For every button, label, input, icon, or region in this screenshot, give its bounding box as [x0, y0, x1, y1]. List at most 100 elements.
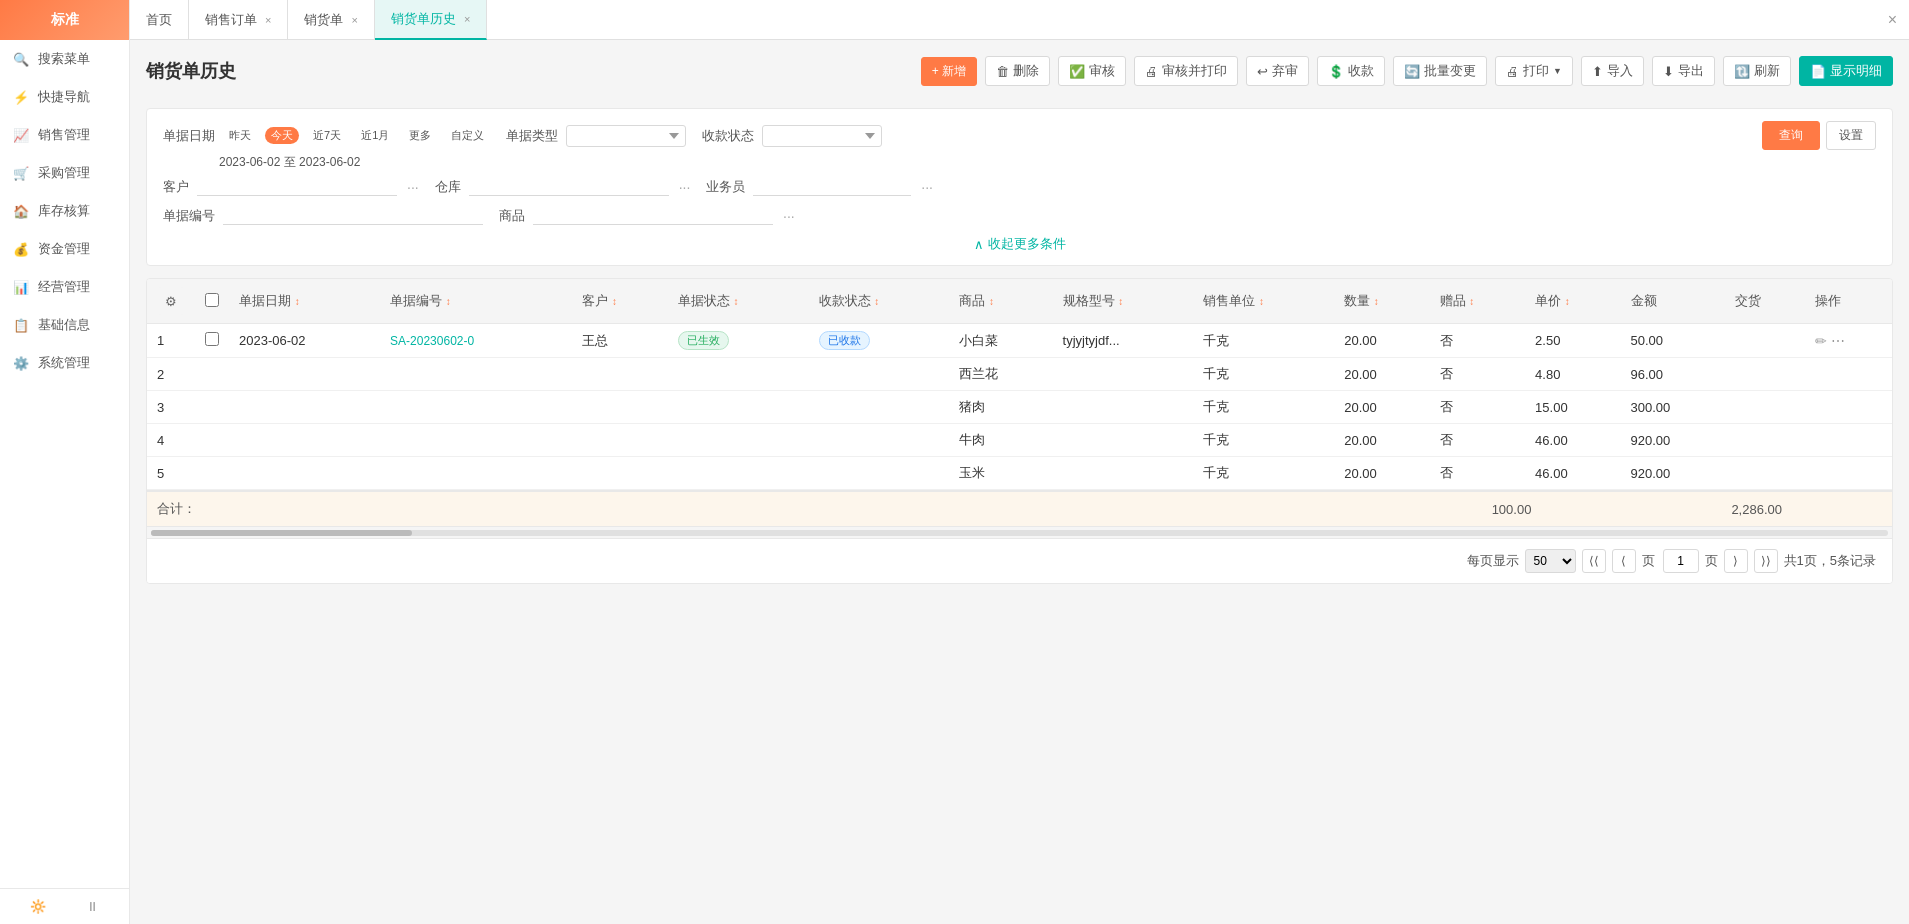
spec-sort-icon[interactable]: ↕ — [1118, 296, 1123, 307]
goods-sort-icon[interactable]: ↕ — [989, 296, 994, 307]
date-sort-icon[interactable]: ↕ — [295, 296, 300, 307]
prev-page-button[interactable]: ⟨ — [1612, 549, 1636, 573]
sidebar-bottom-icon2[interactable]: ⏸ — [86, 899, 99, 914]
horizontal-scrollbar[interactable] — [147, 526, 1892, 538]
customer-sort-icon[interactable]: ↕ — [612, 296, 617, 307]
tab-sales-delivery[interactable]: 销货单 × — [288, 0, 374, 40]
col-settings[interactable]: ⚙ — [147, 279, 195, 324]
show-detail-button[interactable]: 📄 显示明细 — [1799, 56, 1893, 86]
row-action[interactable] — [1805, 457, 1892, 490]
qty-sort-icon[interactable]: ↕ — [1374, 296, 1379, 307]
main-area: 首页 销售订单 × 销货单 × 销货单历史 × × 销货单历史 + 新增 🗑 删… — [130, 0, 1909, 924]
salesperson-select-icon[interactable]: ··· — [921, 179, 933, 195]
salesperson-input[interactable] — [753, 177, 911, 196]
row-checkbox[interactable] — [195, 358, 229, 391]
select-all-checkbox[interactable] — [205, 293, 219, 307]
customer-select-icon[interactable]: ··· — [407, 179, 419, 195]
row-doc-no[interactable]: SA-20230602-0 — [380, 324, 572, 358]
review-button[interactable]: ✅ 审核 — [1058, 56, 1126, 86]
row-action[interactable] — [1805, 424, 1892, 457]
gift-sort-icon[interactable]: ↕ — [1469, 296, 1474, 307]
sidebar-item-sales[interactable]: 📈 销售管理 — [0, 116, 129, 154]
next-page-button[interactable]: ⟩ — [1724, 549, 1748, 573]
batch-change-button[interactable]: 🔄 批量变更 — [1393, 56, 1487, 86]
sidebar-item-search[interactable]: 🔍 搜索菜单 — [0, 40, 129, 78]
doc-no-sort-icon[interactable]: ↕ — [446, 296, 451, 307]
payment-status-sort-icon[interactable]: ↕ — [874, 296, 879, 307]
sidebar-item-basic-info[interactable]: 📋 基础信息 — [0, 306, 129, 344]
row-doc-no[interactable] — [380, 424, 572, 457]
last-page-button[interactable]: ⟩⟩ — [1754, 549, 1778, 573]
row-checkbox[interactable] — [195, 324, 229, 358]
export-button[interactable]: ⬇ 导出 — [1652, 56, 1715, 86]
sidebar-item-system[interactable]: ⚙️ 系统管理 — [0, 344, 129, 382]
filter-salesperson: 业务员 ··· — [706, 177, 933, 196]
sidebar-item-purchase[interactable]: 🛒 采购管理 — [0, 154, 129, 192]
date-btn-1month[interactable]: 近1月 — [355, 127, 395, 144]
refresh-button[interactable]: 🔃 刷新 — [1723, 56, 1791, 86]
search-icon: 🔍 — [12, 50, 30, 68]
query-button[interactable]: 查询 — [1762, 121, 1820, 150]
row-checkbox[interactable] — [195, 391, 229, 424]
goods-input[interactable] — [533, 206, 773, 225]
tab-close-all[interactable]: × — [1876, 11, 1909, 29]
sidebar-item-label: 资金管理 — [38, 240, 90, 258]
doc-status-sort-icon[interactable]: ↕ — [733, 296, 738, 307]
tab-sales-order[interactable]: 销售订单 × — [189, 0, 288, 40]
tab-sales-history-close[interactable]: × — [464, 13, 470, 25]
customer-input[interactable] — [197, 177, 397, 196]
tab-sales-order-close[interactable]: × — [265, 14, 271, 26]
date-btn-yesterday[interactable]: 昨天 — [223, 127, 257, 144]
print-button[interactable]: 🖨 打印 ▼ — [1495, 56, 1573, 86]
row-action[interactable] — [1805, 391, 1892, 424]
warehouse-select-icon[interactable]: ··· — [679, 179, 691, 195]
sidebar-item-quick-nav[interactable]: ⚡ 快捷导航 — [0, 78, 129, 116]
delete-button[interactable]: 🗑 删除 — [985, 56, 1050, 86]
date-btn-today[interactable]: 今天 — [265, 127, 299, 144]
new-button[interactable]: + 新增 — [921, 57, 977, 86]
col-customer: 客户 ↕ — [572, 279, 667, 324]
warehouse-input[interactable] — [469, 177, 669, 196]
row-checkbox[interactable] — [195, 424, 229, 457]
sidebar-bottom-icon1[interactable]: 🔆 — [30, 899, 46, 914]
settings-button[interactable]: 设置 — [1826, 121, 1876, 150]
unit-sort-icon[interactable]: ↕ — [1259, 296, 1264, 307]
more-action-icon[interactable]: ⋯ — [1831, 333, 1845, 349]
row-select-checkbox[interactable] — [205, 332, 219, 346]
sidebar-item-operation[interactable]: 📊 经营管理 — [0, 268, 129, 306]
first-page-button[interactable]: ⟨⟨ — [1582, 549, 1606, 573]
collect-button[interactable]: 💲 收款 — [1317, 56, 1385, 86]
unit-price-sort-icon[interactable]: ↕ — [1565, 296, 1570, 307]
tab-sales-delivery-close[interactable]: × — [351, 14, 357, 26]
row-action[interactable] — [1805, 358, 1892, 391]
col-checkbox[interactable] — [195, 279, 229, 324]
abandon-button[interactable]: ↩ 弃审 — [1246, 56, 1309, 86]
row-doc-no[interactable] — [380, 391, 572, 424]
review-print-button[interactable]: 🖨 审核并打印 — [1134, 56, 1238, 86]
page-input[interactable] — [1663, 549, 1699, 573]
payment-status-select[interactable] — [762, 125, 882, 147]
doc-type-select[interactable] — [566, 125, 686, 147]
row-action[interactable]: ✏ ⋯ — [1805, 324, 1892, 358]
tab-sales-history[interactable]: 销货单历史 × — [375, 0, 487, 40]
row-checkbox[interactable] — [195, 457, 229, 490]
import-button[interactable]: ⬆ 导入 — [1581, 56, 1644, 86]
date-btn-7days[interactable]: 近7天 — [307, 127, 347, 144]
table-settings-icon[interactable]: ⚙ — [157, 287, 185, 315]
date-btn-custom[interactable]: 自定义 — [445, 127, 490, 144]
edit-icon[interactable]: ✏ — [1815, 333, 1827, 349]
salesperson-label: 业务员 — [706, 178, 745, 196]
tab-home[interactable]: 首页 — [130, 0, 189, 40]
collapse-button[interactable]: ∧ 收起更多条件 — [163, 235, 1876, 253]
sidebar-item-finance[interactable]: 💰 资金管理 — [0, 230, 129, 268]
scroll-thumb[interactable] — [151, 530, 412, 536]
row-unit-price: 46.00 — [1525, 424, 1620, 457]
row-doc-no[interactable] — [380, 457, 572, 490]
page-size-select[interactable]: 50 100 — [1525, 549, 1576, 573]
row-doc-no[interactable] — [380, 358, 572, 391]
goods-select-icon[interactable]: ··· — [783, 208, 795, 224]
date-btn-more[interactable]: 更多 — [403, 127, 437, 144]
doc-no-link[interactable]: SA-20230602-0 — [390, 334, 474, 348]
doc-no-input[interactable] — [223, 206, 483, 225]
sidebar-item-inventory[interactable]: 🏠 库存核算 — [0, 192, 129, 230]
